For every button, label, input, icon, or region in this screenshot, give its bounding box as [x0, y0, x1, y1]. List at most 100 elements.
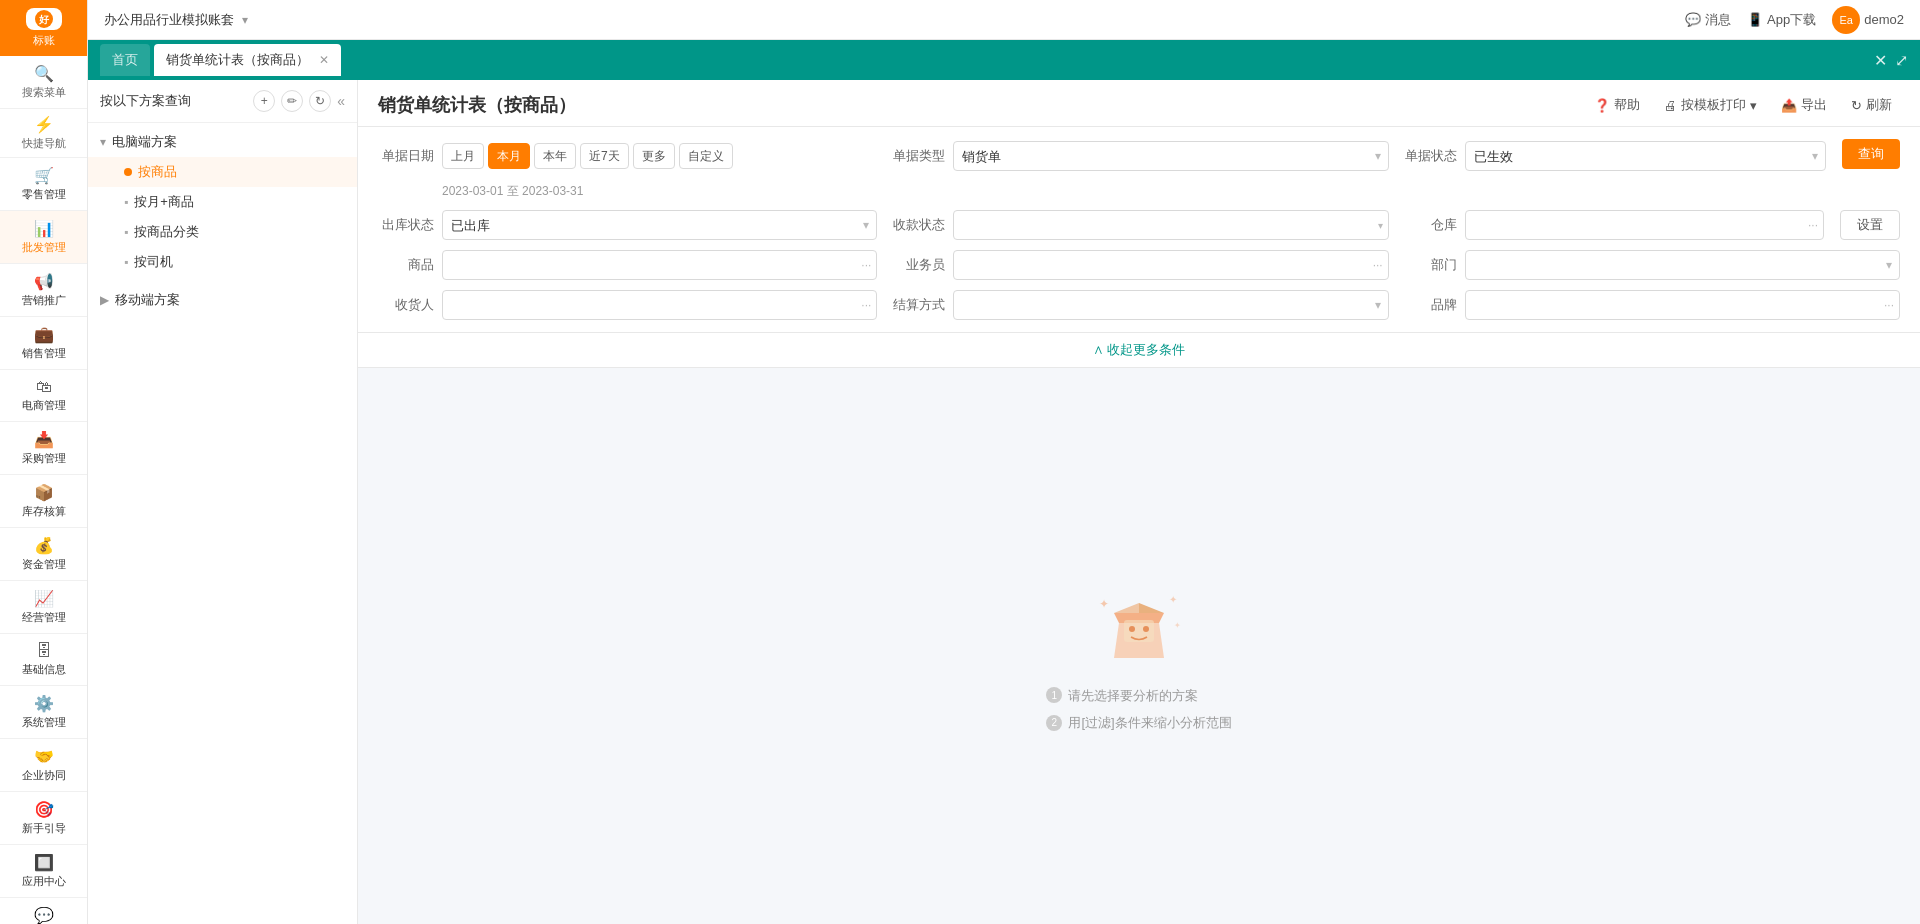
edit-scheme-btn[interactable]: ✏ [281, 90, 303, 112]
tree-mobile-label: 移动端方案 [115, 291, 180, 309]
collectstatus-input[interactable] [953, 210, 1388, 240]
tree-section-desktop-label[interactable]: ▾ 电脑端方案 [88, 127, 357, 157]
page-title: 销货单统计表（按商品） [378, 93, 576, 117]
tab-report-close[interactable]: ✕ [319, 53, 329, 67]
payment-select[interactable] [953, 290, 1388, 320]
print-icon: 🖨 [1664, 98, 1677, 113]
retail-icon: 🛒 [34, 166, 54, 185]
sidebar-item-appcenter[interactable]: 🔲 应用中心 [0, 845, 87, 898]
date-btn-more[interactable]: 更多 [633, 143, 675, 169]
svg-text:好: 好 [38, 14, 50, 25]
collapse-panel-btn[interactable]: « [337, 93, 345, 109]
sales-label: 销售管理 [22, 346, 66, 361]
svg-text:✦: ✦ [1099, 597, 1109, 611]
tree-item-by-dept[interactable]: ▪ 按司机 [88, 247, 357, 277]
date-btn-this-month[interactable]: 本月 [488, 143, 530, 169]
logo-icon: 好 [26, 8, 62, 30]
avatar: Ea [1832, 6, 1860, 34]
status-label: 单据状态 [1401, 147, 1457, 165]
payment-select-wrap [953, 290, 1388, 320]
tree-section-mobile-label[interactable]: ▶ 移动端方案 [88, 285, 357, 315]
sidebar-item-base[interactable]: 🗄 基础信息 [0, 634, 87, 686]
tree-item-by-month-product[interactable]: ▪ 按月+商品 [88, 187, 357, 217]
print-btn[interactable]: 🖨 按模板打印 ▾ [1656, 92, 1765, 118]
date-btn-custom[interactable]: 自定义 [679, 143, 733, 169]
tab-home[interactable]: 首页 [100, 44, 150, 76]
app-name: 标账 [33, 33, 55, 48]
tip1-number: 1 [1046, 687, 1062, 703]
empty-tip-2: 2 用[过滤]条件来缩小分析范围 [1046, 711, 1231, 734]
user-menu[interactable]: Ea demo2 [1832, 6, 1904, 34]
query-button[interactable]: 查询 [1842, 139, 1900, 169]
marketing-label: 营销推广 [22, 293, 66, 308]
date-btn-7days[interactable]: 近7天 [580, 143, 629, 169]
sidebar-item-system[interactable]: ⚙️ 系统管理 [0, 686, 87, 739]
add-scheme-btn[interactable]: + [253, 90, 275, 112]
tree-item-by-product[interactable]: 按商品 [88, 157, 357, 187]
sidebar-item-stock[interactable]: 📦 库存核算 [0, 475, 87, 528]
filter-collectstatus-cell: 收款状态 ▾ [889, 210, 1388, 240]
page-actions: ❓ 帮助 🖨 按模板打印 ▾ 📤 导出 ↻ 刷新 [1586, 92, 1900, 118]
sidebar-item-retail[interactable]: 🛒 零售管理 [0, 158, 87, 211]
outstatus-select[interactable]: 已出库 [442, 210, 877, 240]
search-menu[interactable]: 🔍 搜索菜单 [0, 56, 87, 109]
filter-outstatus-cell: 出库状态 已出库 [378, 210, 877, 240]
tab-report[interactable]: 销货单统计表（按商品） ✕ [154, 44, 341, 76]
dept-select[interactable] [1465, 250, 1900, 280]
tab-expand-icon[interactable]: ⤢ [1895, 51, 1908, 70]
help-icon: ❓ [1594, 98, 1610, 113]
active-dot [124, 168, 132, 176]
staff-input[interactable] [953, 250, 1388, 280]
type-select[interactable]: 销货单 [953, 141, 1388, 171]
sidebar: 好 标账 🔍 搜索菜单 ⚡ 快捷导航 🛒 零售管理 📊 批发管理 📢 营销推广 … [0, 0, 88, 924]
empty-state: ✦ ✦ ✦ 1 请先选择要分析的方案 2 用[过滤]条件来缩小分析范围 [358, 368, 1920, 924]
outstatus-select-wrap: 已出库 [442, 210, 877, 240]
brand-input[interactable] [1465, 290, 1900, 320]
staff-input-wrap: ··· [953, 250, 1388, 280]
tree-section-desktop: ▾ 电脑端方案 按商品 ▪ 按月+商品 ▪ 按商品分类 ▪ 按司机 [88, 123, 357, 281]
tree-item-by-category[interactable]: ▪ 按商品分类 [88, 217, 357, 247]
refresh-btn[interactable]: ↻ 刷新 [1843, 92, 1900, 118]
svg-marker-4 [1114, 603, 1139, 613]
breadcrumb-dropdown-icon[interactable]: ▾ [242, 13, 248, 27]
warehouse-input[interactable] [1465, 210, 1824, 240]
message-icon: 💬 [1685, 12, 1701, 27]
breadcrumb: 办公用品行业模拟账套 [104, 11, 234, 29]
collapse-conditions-btn[interactable]: ∧ 收起更多条件 [358, 333, 1920, 368]
sidebar-item-ecommerce[interactable]: 🛍 电商管理 [0, 370, 87, 422]
quick-nav[interactable]: ⚡ 快捷导航 [0, 109, 87, 158]
refresh-scheme-btn[interactable]: ↻ [309, 90, 331, 112]
sidebar-item-corp[interactable]: 🤝 企业协同 [0, 739, 87, 792]
filter-date-cell: 单据日期 上月 本月 本年 近7天 更多 自定义 [378, 143, 877, 169]
help-btn[interactable]: ❓ 帮助 [1586, 92, 1648, 118]
sidebar-item-wholesale[interactable]: 📊 批发管理 [0, 211, 87, 264]
sidebar-item-marketing[interactable]: 📢 营销推广 [0, 264, 87, 317]
receiver-input[interactable] [442, 290, 877, 320]
sidebar-item-purchase[interactable]: 📥 采购管理 [0, 422, 87, 475]
status-select[interactable]: 已生效 [1465, 141, 1826, 171]
tree-category-icon: ▪ [124, 225, 128, 239]
sidebar-item-finance[interactable]: 💰 资金管理 [0, 528, 87, 581]
sidebar-item-newuser[interactable]: 🎯 新手引导 [0, 792, 87, 845]
sidebar-item-sales[interactable]: 💼 销售管理 [0, 317, 87, 370]
refresh-label: 刷新 [1866, 96, 1892, 114]
sales-icon: 💼 [34, 325, 54, 344]
tree-month-icon: ▪ [124, 195, 128, 209]
print-dropdown-icon[interactable]: ▾ [1750, 98, 1757, 113]
dept-select-wrap [1465, 250, 1900, 280]
date-btn-this-year[interactable]: 本年 [534, 143, 576, 169]
tip1-text: 请先选择要分析的方案 [1068, 684, 1198, 707]
message-btn[interactable]: 💬 消息 [1685, 11, 1731, 29]
tip2-text: 用[过滤]条件来缩小分析范围 [1068, 711, 1231, 734]
settings-button[interactable]: 设置 [1840, 210, 1900, 240]
newuser-label: 新手引导 [22, 821, 66, 836]
sidebar-item-operation[interactable]: 📈 经营管理 [0, 581, 87, 634]
export-btn[interactable]: 📤 导出 [1773, 92, 1835, 118]
sidebar-item-corpwx[interactable]: 💬 企业微信 [0, 898, 87, 924]
app-download-btn[interactable]: 📱 App下载 [1747, 11, 1816, 29]
date-btn-last-month[interactable]: 上月 [442, 143, 484, 169]
tab-close-all-icon[interactable]: ✕ [1874, 51, 1887, 70]
product-input[interactable] [442, 250, 877, 280]
system-label: 系统管理 [22, 715, 66, 730]
help-label: 帮助 [1614, 96, 1640, 114]
